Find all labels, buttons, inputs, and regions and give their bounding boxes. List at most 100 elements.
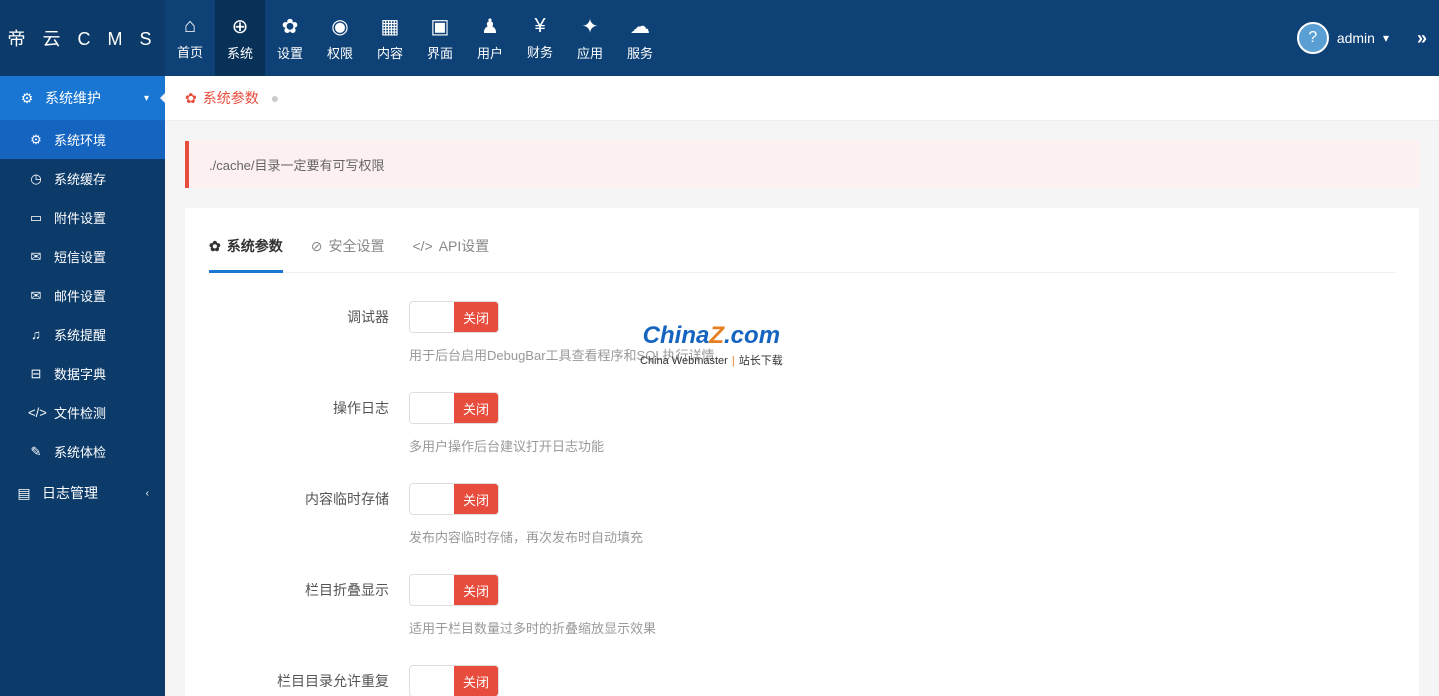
sidebar-item-reminder[interactable]: ♫ 系统提醒: [0, 315, 165, 354]
form-label: 内容临时存储: [209, 483, 409, 509]
tab-label: API设置: [439, 236, 490, 256]
tab-system-params[interactable]: ✿系统参数: [209, 228, 283, 273]
dot-icon: ●: [271, 90, 279, 106]
toggle-tempstore[interactable]: 关闭: [409, 483, 499, 515]
user-circle-icon: ◉: [331, 14, 348, 39]
chevron-down-icon: ▾: [1383, 31, 1389, 45]
nav-label: 权限: [327, 43, 353, 62]
toggle-debugger[interactable]: 关闭: [409, 301, 499, 333]
nav-app[interactable]: ✦应用: [565, 0, 615, 76]
form-desc: 用于后台启用DebugBar工具查看程序和SQL执行详情: [409, 345, 1395, 364]
form-desc: 发布内容临时存储，再次发布时自动填充: [409, 527, 1395, 546]
settings-panel: ✿系统参数 ⊘安全设置 </> API设置 调试器 关闭 用于后台启用DebugB…: [185, 208, 1419, 696]
user-name: admin: [1337, 30, 1375, 46]
wrench-icon: ✎: [28, 444, 44, 460]
list-icon: ⊟: [28, 366, 44, 382]
expand-button[interactable]: »: [1405, 0, 1439, 76]
nav-label: 用户: [477, 43, 503, 62]
sidebar-item-label: 系统环境: [54, 130, 106, 149]
toggle-off-label: 关闭: [454, 302, 498, 332]
sidebar-item-sms[interactable]: ✉ 短信设置: [0, 237, 165, 276]
clock-icon: ◷: [28, 171, 44, 187]
sidebar-item-cache[interactable]: ◷ 系统缓存: [0, 159, 165, 198]
home-icon: ⌂: [184, 15, 196, 38]
nav-user[interactable]: ♟ 用户: [465, 0, 515, 76]
nav-finance[interactable]: ¥ 财务: [515, 0, 565, 76]
sidebar-item-label: 附件设置: [54, 208, 106, 227]
nav-label: 应用: [577, 43, 603, 62]
code-icon: </>: [28, 405, 44, 420]
yen-icon: ¥: [534, 15, 545, 38]
form-desc: 多用户操作后台建议打开日志功能: [409, 436, 1395, 455]
sidebar-item-env[interactable]: ⚙ 系统环境: [0, 120, 165, 159]
sidebar-group-label: 系统维护: [45, 88, 101, 108]
sidebar-item-dict[interactable]: ⊟ 数据字典: [0, 354, 165, 393]
form-label: 栏目目录允许重复: [209, 665, 409, 691]
sidebar-item-mail[interactable]: ✉邮件设置: [0, 276, 165, 315]
toggle-fold[interactable]: 关闭: [409, 574, 499, 606]
form-desc: 适用于栏目数量过多时的折叠缩放显示效果: [409, 618, 1395, 637]
form-row-dupdir: 栏目目录允许重复 关闭 栏目开启之后请不要使用目录作为伪静态关键字: [209, 665, 1395, 696]
toggle-oplog[interactable]: 关闭: [409, 392, 499, 424]
sidebar-item-filecheck[interactable]: </> 文件检测: [0, 393, 165, 432]
list-icon: ▤: [16, 485, 32, 502]
nav-system[interactable]: ⊕ 系统: [215, 0, 265, 76]
nav-label: 界面: [427, 43, 453, 62]
sidebar-group-system-maint[interactable]: ⚙ 系统维护 ▾: [0, 76, 165, 120]
folder-icon: ▭: [28, 210, 44, 226]
nav-home[interactable]: ⌂ 首页: [165, 0, 215, 76]
envelope-icon: ✉: [28, 249, 44, 265]
gear-icon: ⚙: [19, 90, 35, 107]
nav-permission[interactable]: ◉ 权限: [315, 0, 365, 76]
nav-service[interactable]: ☁ 服务: [615, 0, 665, 76]
sidebar-item-label: 文件检测: [54, 403, 106, 422]
nav-label: 设置: [277, 43, 303, 62]
nav-label: 服务: [627, 43, 653, 62]
gear-icon: ✿: [209, 238, 221, 255]
sidebar-group-logs[interactable]: ▤ 日志管理 ‹: [0, 471, 165, 515]
nav-label: 系统: [227, 43, 253, 62]
sidebar: ⚙ 系统维护 ▾ ⚙ 系统环境 ◷ 系统缓存 ▭ 附件设置 ✉ 短信设置 ✉邮件设置 ♫…: [0, 76, 165, 696]
nav-items: ⌂ 首页 ⊕ 系统 ✿ 设置 ◉ 权限 ▦内容 ▣界面 ♟ 用户 ¥ 财务 ✦应用 ☁ 服务: [165, 0, 665, 76]
tabs: ✿系统参数 ⊘安全设置 </> API设置: [209, 228, 1395, 273]
grid-icon: ▦: [381, 14, 400, 39]
sidebar-item-label: 系统提醒: [54, 325, 106, 344]
cogs-icon: ✿: [282, 14, 299, 39]
user-dropdown[interactable]: ? admin ▾: [1281, 0, 1405, 76]
sidebar-item-syscheck[interactable]: ✎系统体检: [0, 432, 165, 471]
tab-security[interactable]: ⊘安全设置: [311, 228, 385, 273]
nav-label: 首页: [177, 42, 203, 61]
sidebar-item-label: 系统缓存: [54, 169, 106, 188]
cloud-icon: ☁: [630, 14, 650, 39]
breadcrumb-label: 系统参数: [203, 88, 259, 108]
toggle-dupdir[interactable]: 关闭: [409, 665, 499, 696]
nav-label: 财务: [527, 42, 553, 61]
tab-api[interactable]: </> API设置: [412, 228, 489, 273]
sidebar-group-label: 日志管理: [42, 483, 98, 503]
user-icon: ♟: [481, 14, 499, 39]
form-row-tempstore: 内容临时存储 关闭 发布内容临时存储，再次发布时自动填充: [209, 483, 1395, 546]
toggle-off-label: 关闭: [454, 575, 498, 605]
sidebar-item-attachment[interactable]: ▭ 附件设置: [0, 198, 165, 237]
envelope-icon: ✉: [28, 288, 44, 304]
chevron-down-icon: ▾: [144, 93, 149, 104]
toggle-off-label: 关闭: [454, 666, 498, 696]
sidebar-item-label: 短信设置: [54, 247, 106, 266]
globe-icon: ⊕: [232, 14, 249, 39]
content-area: ✿ 系统参数 ● ./cache/目录一定要有可写权限 ✿系统参数 ⊘安全设置 …: [165, 76, 1439, 696]
alert-warning: ./cache/目录一定要有可写权限: [185, 141, 1419, 188]
bell-icon: ♫: [28, 327, 44, 342]
top-navigation: 帝 云 C M S ⌂ 首页 ⊕ 系统 ✿ 设置 ◉ 权限 ▦内容 ▣界面 ♟ 用户 ¥ 财…: [0, 0, 1439, 76]
avatar: ?: [1297, 22, 1329, 54]
form-row-debugger: 调试器 关闭 用于后台启用DebugBar工具查看程序和SQL执行详情: [209, 301, 1395, 364]
gear-icon: ⚙: [28, 132, 44, 148]
form-label: 栏目折叠显示: [209, 574, 409, 600]
sidebar-item-label: 数据字典: [54, 364, 106, 383]
logo: 帝 云 C M S: [0, 0, 165, 76]
code-icon: </>: [412, 238, 432, 254]
nav-interface[interactable]: ▣界面: [415, 0, 465, 76]
nav-settings[interactable]: ✿ 设置: [265, 0, 315, 76]
chevron-left-icon: ‹: [146, 488, 149, 499]
nav-content[interactable]: ▦内容: [365, 0, 415, 76]
toggle-off-label: 关闭: [454, 484, 498, 514]
